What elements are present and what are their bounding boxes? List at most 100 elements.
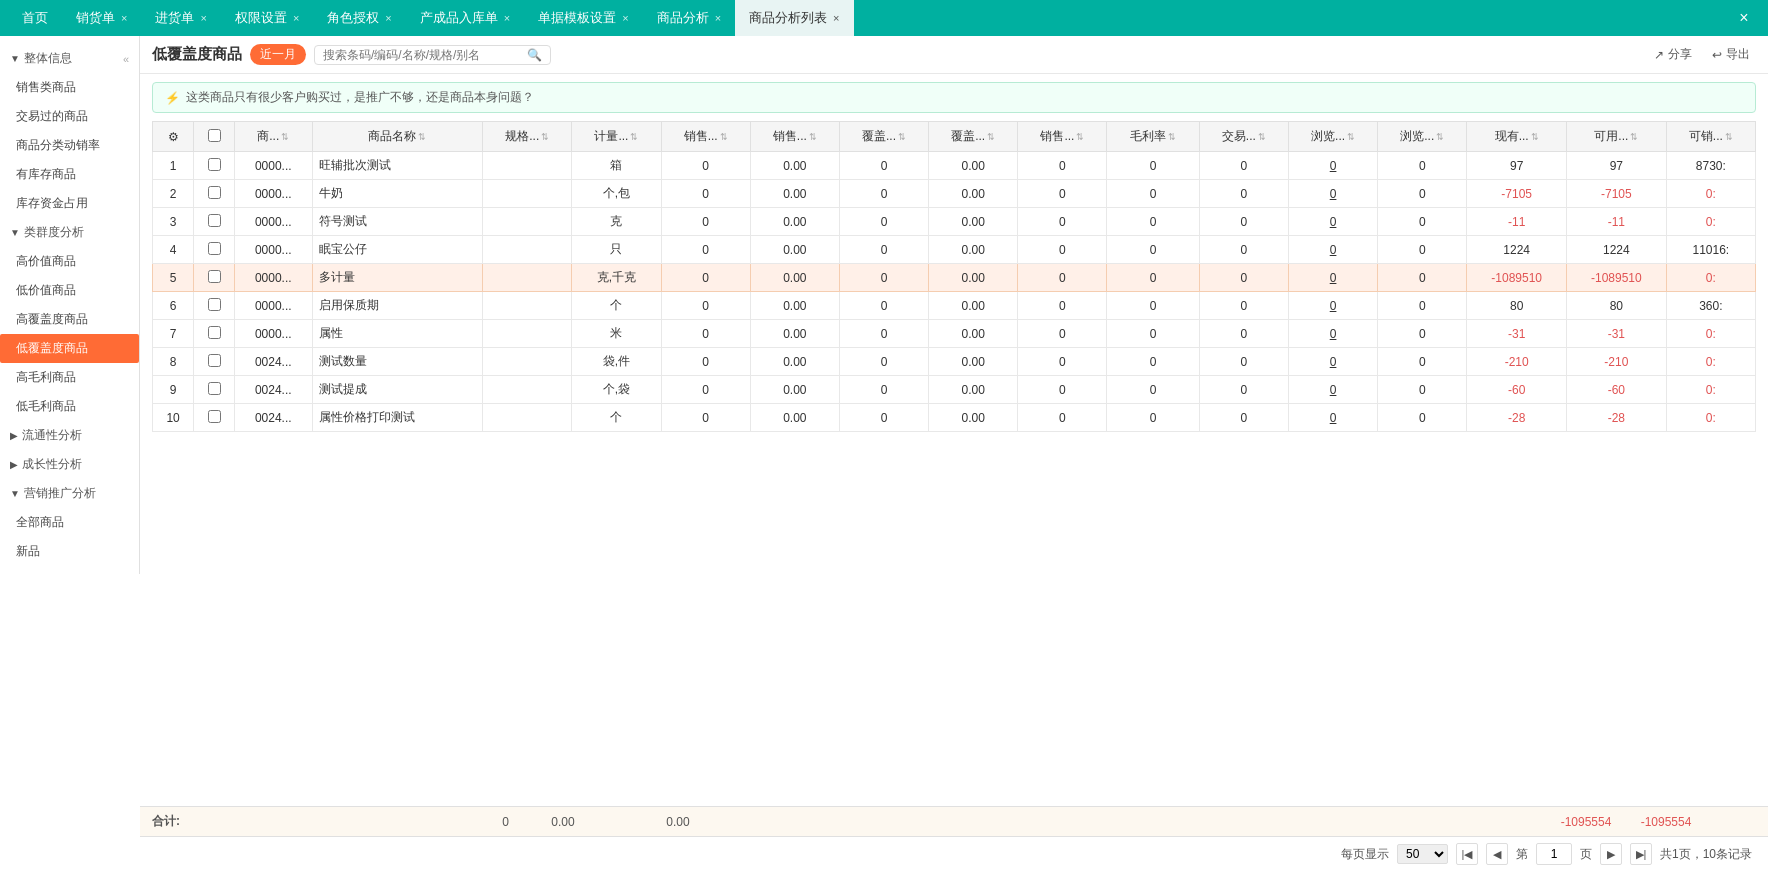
time-filter-button[interactable]: 近一月 <box>250 44 306 65</box>
row-select-checkbox[interactable] <box>208 382 221 395</box>
nav-item-product-analysis-list[interactable]: 商品分析列表 × <box>735 0 853 36</box>
close-icon[interactable]: × <box>715 12 721 24</box>
close-icon[interactable]: × <box>622 12 628 24</box>
nav-item-purchase[interactable]: 进货单 × <box>141 0 220 36</box>
sidebar-item-inventory-capital[interactable]: 库存资金占用 <box>0 189 139 218</box>
select-all-checkbox[interactable] <box>208 129 221 142</box>
close-icon[interactable]: × <box>200 12 206 24</box>
column-settings[interactable]: ⚙ <box>153 122 194 152</box>
row-checkbox[interactable] <box>194 348 235 376</box>
table-row: 9 0024... 测试提成 个,袋 0 0.00 0 0.00 0 0 0 0… <box>153 376 1756 404</box>
nav-item-products-in[interactable]: 产成品入库单 × <box>406 0 524 36</box>
row-checkbox[interactable] <box>194 320 235 348</box>
nav-item-product-analysis[interactable]: 商品分析 × <box>643 0 735 36</box>
search-icon[interactable]: 🔍 <box>527 48 542 62</box>
row-select-checkbox[interactable] <box>208 242 221 255</box>
nav-item-home[interactable]: 首页 <box>8 0 62 36</box>
row-select-checkbox[interactable] <box>208 270 221 283</box>
column-name[interactable]: 商品名称⇅ <box>312 122 483 152</box>
close-icon[interactable]: × <box>293 12 299 24</box>
sidebar-section-growth[interactable]: ▶ 成长性分析 <box>0 450 139 479</box>
column-browse2[interactable]: 浏览...⇅ <box>1378 122 1467 152</box>
column-trade[interactable]: 交易...⇅ <box>1199 122 1288 152</box>
row-checkbox[interactable] <box>194 292 235 320</box>
row-spec <box>483 152 572 180</box>
next-page-button[interactable]: ▶ <box>1600 843 1622 865</box>
row-select-checkbox[interactable] <box>208 410 221 423</box>
column-sales-qty[interactable]: 销售...⇅ <box>661 122 750 152</box>
row-checkbox[interactable] <box>194 264 235 292</box>
close-icon[interactable]: × <box>833 12 839 24</box>
column-browse1[interactable]: 浏览...⇅ <box>1288 122 1377 152</box>
row-checkbox[interactable] <box>194 376 235 404</box>
sidebar-section-marketing[interactable]: ▼ 营销推广分析 <box>0 479 139 508</box>
search-input[interactable] <box>323 48 523 62</box>
row-browse1[interactable]: 0 <box>1288 320 1377 348</box>
close-icon[interactable]: × <box>121 12 127 24</box>
row-browse1[interactable]: 0 <box>1288 152 1377 180</box>
column-sales-stat[interactable]: 销售...⇅ <box>1018 122 1107 152</box>
row-browse1[interactable]: 0 <box>1288 292 1377 320</box>
row-browse1[interactable]: 0 <box>1288 404 1377 432</box>
sidebar-item-low-value[interactable]: 低价值商品 <box>0 276 139 305</box>
sidebar-item-traded-products[interactable]: 交易过的商品 <box>0 102 139 131</box>
row-browse1[interactable]: 0 <box>1288 180 1377 208</box>
column-saleable[interactable]: 可销...⇅ <box>1666 122 1755 152</box>
row-checkbox[interactable] <box>194 236 235 264</box>
nav-item-template-settings[interactable]: 单据模板设置 × <box>524 0 642 36</box>
row-select-checkbox[interactable] <box>208 186 221 199</box>
column-code[interactable]: 商...⇅ <box>234 122 312 152</box>
sidebar-item-low-coverage[interactable]: 低覆盖度商品 <box>0 334 139 363</box>
close-icon[interactable]: × <box>385 12 391 24</box>
row-checkbox[interactable] <box>194 152 235 180</box>
nav-item-roles[interactable]: 角色授权 × <box>313 0 405 36</box>
row-select-checkbox[interactable] <box>208 326 221 339</box>
row-select-checkbox[interactable] <box>208 158 221 171</box>
row-select-checkbox[interactable] <box>208 214 221 227</box>
column-gross-rate[interactable]: 毛利率⇅ <box>1107 122 1199 152</box>
page-number-input[interactable] <box>1536 843 1572 865</box>
sidebar-section-overall[interactable]: ▼ 整体信息 « <box>0 44 139 73</box>
collapse-icon[interactable]: « <box>123 53 129 65</box>
row-checkbox[interactable] <box>194 180 235 208</box>
prev-page-button[interactable]: ◀ <box>1486 843 1508 865</box>
row-checkbox[interactable] <box>194 208 235 236</box>
sidebar-section-flow[interactable]: ▶ 流通性分析 <box>0 421 139 450</box>
nav-item-sales[interactable]: 销货单 × <box>62 0 141 36</box>
share-button[interactable]: ↗ 分享 <box>1648 44 1698 65</box>
sidebar-item-high-coverage[interactable]: 高覆盖度商品 <box>0 305 139 334</box>
row-browse1[interactable]: 0 <box>1288 264 1377 292</box>
row-select-checkbox[interactable] <box>208 354 221 367</box>
column-current[interactable]: 现有...⇅ <box>1467 122 1567 152</box>
sidebar-item-category-turnover[interactable]: 商品分类动销率 <box>0 131 139 160</box>
column-unit[interactable]: 计量...⇅ <box>572 122 661 152</box>
column-coverage1[interactable]: 覆盖...⇅ <box>839 122 928 152</box>
row-browse1[interactable]: 0 <box>1288 348 1377 376</box>
sidebar-item-sales-products[interactable]: 销售类商品 <box>0 73 139 102</box>
sidebar-item-high-margin[interactable]: 高毛利商品 <box>0 363 139 392</box>
first-page-button[interactable]: |◀ <box>1456 843 1478 865</box>
row-checkbox[interactable] <box>194 404 235 432</box>
sidebar-item-in-stock-products[interactable]: 有库存商品 <box>0 160 139 189</box>
column-coverage2[interactable]: 覆盖...⇅ <box>929 122 1018 152</box>
nav-close-button[interactable]: × <box>1728 2 1760 34</box>
sidebar-item-all-products[interactable]: 全部商品 <box>0 508 139 537</box>
row-browse1[interactable]: 0 <box>1288 236 1377 264</box>
sidebar-item-low-margin[interactable]: 低毛利商品 <box>0 392 139 421</box>
row-trade: 0 <box>1199 348 1288 376</box>
column-sales-amt[interactable]: 销售...⇅ <box>750 122 839 152</box>
row-browse1[interactable]: 0 <box>1288 208 1377 236</box>
footer-coverage2: 0.00 <box>648 815 708 829</box>
column-available[interactable]: 可用...⇅ <box>1567 122 1667 152</box>
row-browse1[interactable]: 0 <box>1288 376 1377 404</box>
page-size-select[interactable]: 50 20 100 <box>1397 844 1448 864</box>
column-spec[interactable]: 规格...⇅ <box>483 122 572 152</box>
close-icon[interactable]: × <box>504 12 510 24</box>
last-page-button[interactable]: ▶| <box>1630 843 1652 865</box>
row-select-checkbox[interactable] <box>208 298 221 311</box>
sidebar-item-high-value[interactable]: 高价值商品 <box>0 247 139 276</box>
nav-item-permissions[interactable]: 权限设置 × <box>221 0 313 36</box>
export-button[interactable]: ↩ 导出 <box>1706 44 1756 65</box>
sidebar-item-new-products[interactable]: 新品 <box>0 537 139 566</box>
sidebar-section-quality[interactable]: ▼ 类群度分析 <box>0 218 139 247</box>
